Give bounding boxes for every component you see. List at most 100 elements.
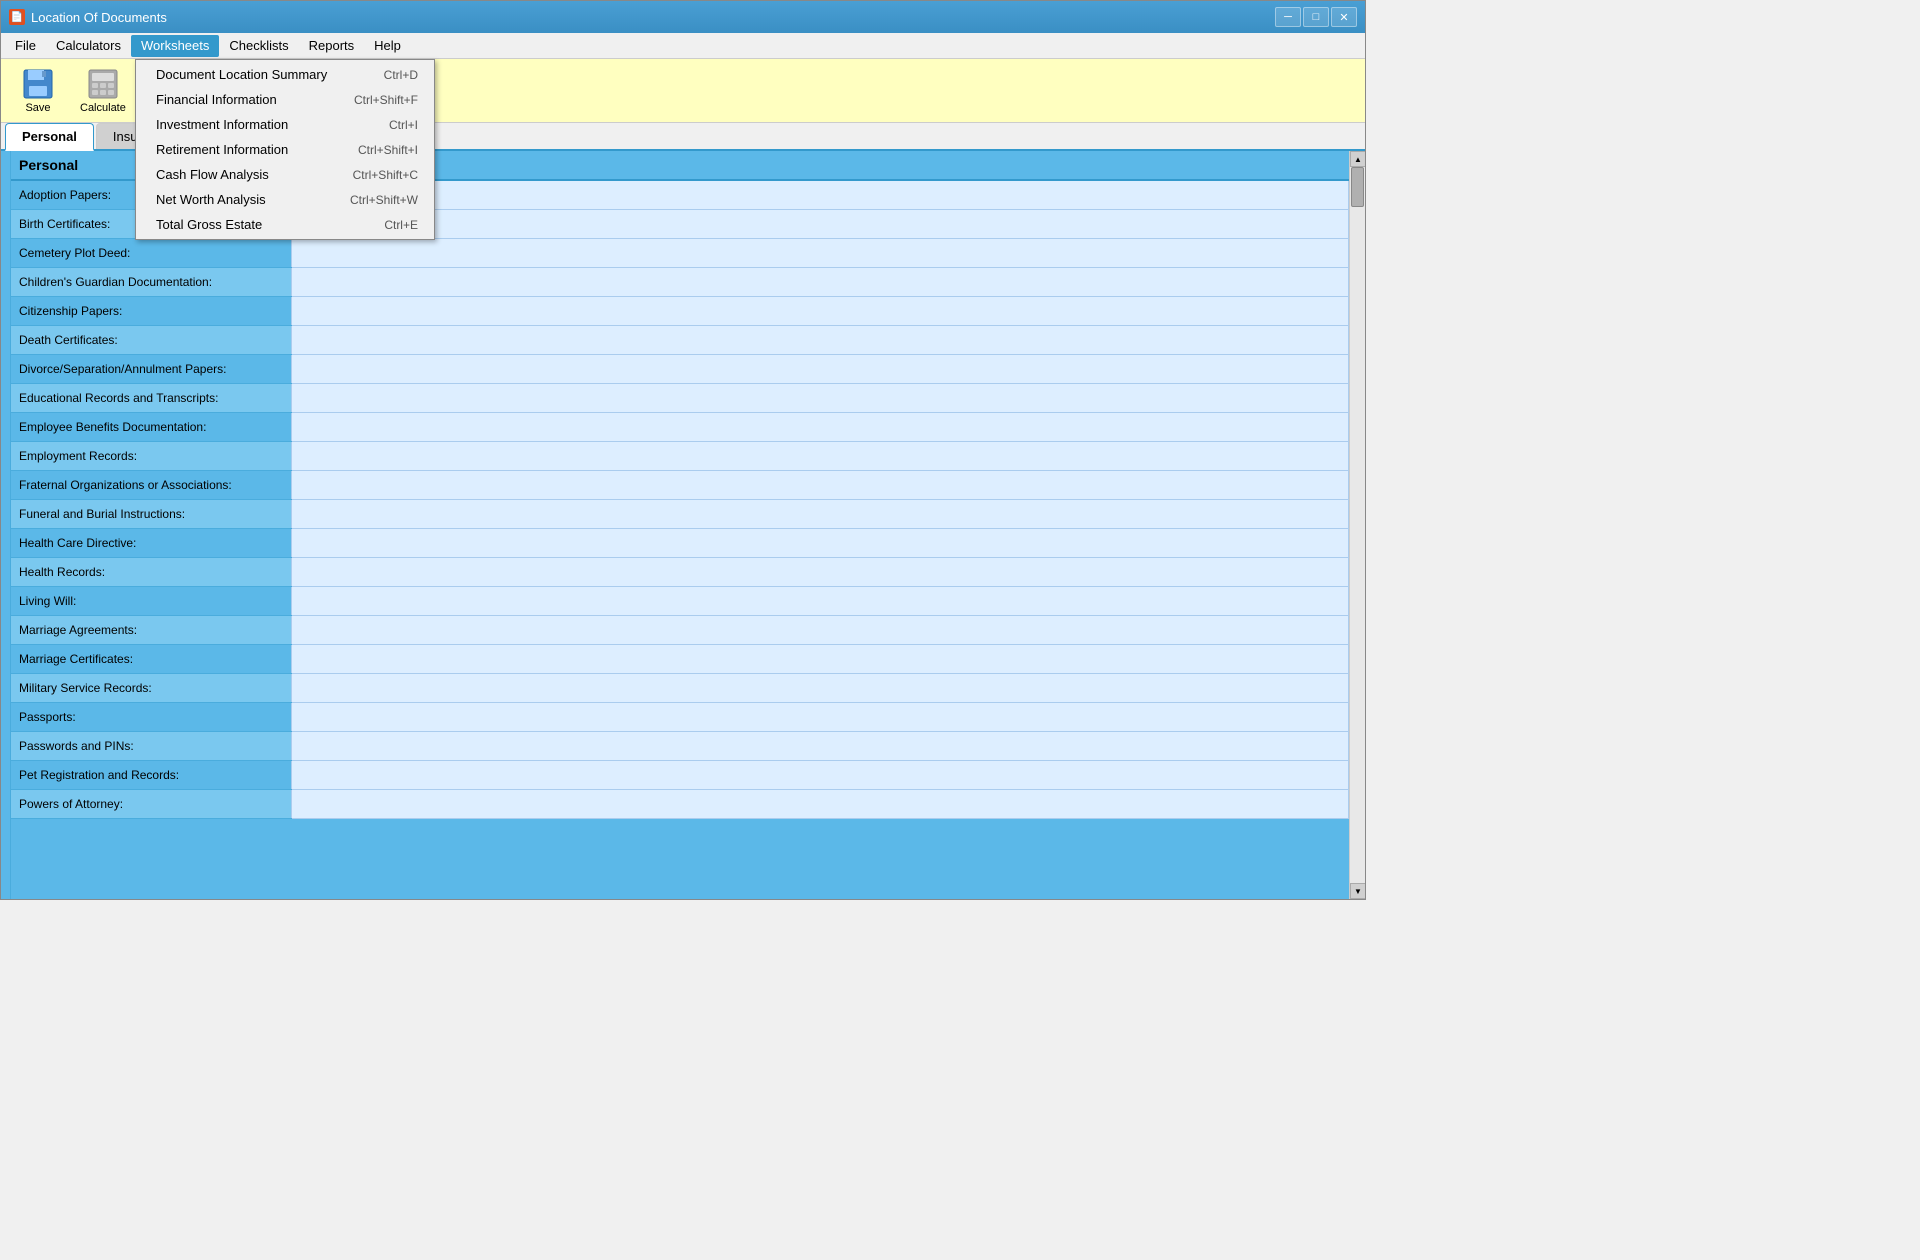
row-label: Passports:: [11, 703, 291, 732]
row-location[interactable]: [291, 442, 1349, 471]
row-label: Passwords and PINs:: [11, 732, 291, 761]
table-row: Cemetery Plot Deed:: [11, 239, 1349, 268]
row-location[interactable]: [291, 761, 1349, 790]
location-input[interactable]: [300, 736, 1341, 756]
dropdown-label-retirement-information: Retirement Information: [156, 142, 288, 157]
minimize-button[interactable]: ─: [1275, 7, 1301, 27]
location-input[interactable]: [300, 475, 1341, 495]
menu-bar: File Calculators Worksheets Checklists R…: [1, 33, 1365, 59]
scrollbar-down-button[interactable]: ▼: [1350, 883, 1365, 899]
location-input[interactable]: [300, 446, 1341, 466]
row-location[interactable]: [291, 616, 1349, 645]
table-row: Marriage Certificates:: [11, 645, 1349, 674]
row-label: Living Will:: [11, 587, 291, 616]
row-location[interactable]: [291, 703, 1349, 732]
location-input[interactable]: [300, 272, 1341, 292]
menu-help[interactable]: Help: [364, 35, 411, 57]
dropdown-item-retirement-information[interactable]: Retirement Information Ctrl+Shift+I: [136, 137, 434, 162]
close-button[interactable]: ✕: [1331, 7, 1357, 27]
row-label: Employee Benefits Documentation:: [11, 413, 291, 442]
location-input[interactable]: [300, 417, 1341, 437]
location-input[interactable]: [300, 765, 1341, 785]
row-label: Divorce/Separation/Annulment Papers:: [11, 355, 291, 384]
scrollbar[interactable]: ▲ ▼: [1349, 151, 1365, 899]
row-label: Educational Records and Transcripts:: [11, 384, 291, 413]
location-input[interactable]: [300, 359, 1341, 379]
dropdown-item-financial-information[interactable]: Financial Information Ctrl+Shift+F: [136, 87, 434, 112]
dropdown-item-net-worth-analysis[interactable]: Net Worth Analysis Ctrl+Shift+W: [136, 187, 434, 212]
menu-worksheets[interactable]: Worksheets: [131, 35, 219, 57]
row-location[interactable]: [291, 529, 1349, 558]
location-input[interactable]: [300, 533, 1341, 553]
table-row: Health Records:: [11, 558, 1349, 587]
scrollbar-up-button[interactable]: ▲: [1350, 151, 1365, 167]
menu-reports[interactable]: Reports: [299, 35, 365, 57]
row-location[interactable]: [291, 645, 1349, 674]
menu-calculators[interactable]: Calculators: [46, 35, 131, 57]
row-label: Funeral and Burial Instructions:: [11, 500, 291, 529]
row-label: Marriage Agreements:: [11, 616, 291, 645]
table-row: Living Will:: [11, 587, 1349, 616]
row-location[interactable]: [291, 732, 1349, 761]
app-icon: 📄: [9, 9, 25, 25]
location-input[interactable]: [300, 620, 1341, 640]
row-location[interactable]: [291, 674, 1349, 703]
table-row: Children's Guardian Documentation:: [11, 268, 1349, 297]
location-input[interactable]: [300, 562, 1341, 582]
table-row: Citizenship Papers:: [11, 297, 1349, 326]
location-input[interactable]: [300, 591, 1341, 611]
dropdown-item-total-gross-estate[interactable]: Total Gross Estate Ctrl+E: [136, 212, 434, 237]
dropdown-item-document-location-summary[interactable]: Document Location Summary Ctrl+D: [136, 62, 434, 87]
location-input[interactable]: [300, 794, 1341, 814]
location-input[interactable]: [300, 330, 1341, 350]
row-location[interactable]: [291, 210, 1349, 239]
row-location[interactable]: [291, 239, 1349, 268]
location-input[interactable]: [300, 649, 1341, 669]
calculate-button[interactable]: Calculate: [67, 63, 139, 119]
row-location[interactable]: [291, 326, 1349, 355]
scrollbar-track[interactable]: [1350, 167, 1365, 883]
location-input[interactable]: [300, 678, 1341, 698]
menu-file[interactable]: File: [5, 35, 46, 57]
main-content: Personal Location Adoption Papers:Birth …: [1, 151, 1365, 899]
content-area[interactable]: Personal Location Adoption Papers:Birth …: [11, 151, 1349, 899]
menu-checklists[interactable]: Checklists: [219, 35, 298, 57]
dropdown-shortcut-cash-flow-analysis: Ctrl+Shift+C: [353, 168, 418, 182]
row-location[interactable]: [291, 268, 1349, 297]
scrollbar-thumb[interactable]: [1351, 167, 1364, 207]
location-input[interactable]: [300, 214, 1341, 234]
table-row: Funeral and Burial Instructions:: [11, 500, 1349, 529]
title-bar-left: 📄 Location Of Documents: [9, 9, 167, 25]
dropdown-item-cash-flow-analysis[interactable]: Cash Flow Analysis Ctrl+Shift+C: [136, 162, 434, 187]
location-input[interactable]: [300, 388, 1341, 408]
row-location[interactable]: [291, 471, 1349, 500]
window-title: Location Of Documents: [31, 10, 167, 25]
save-icon: [22, 68, 54, 100]
row-location[interactable]: [291, 180, 1349, 210]
row-location[interactable]: [291, 790, 1349, 819]
row-location[interactable]: [291, 413, 1349, 442]
row-location[interactable]: [291, 355, 1349, 384]
row-location[interactable]: [291, 297, 1349, 326]
table-row: Health Care Directive:: [11, 529, 1349, 558]
location-input[interactable]: [300, 301, 1341, 321]
dropdown-label-total-gross-estate: Total Gross Estate: [156, 217, 262, 232]
title-bar-controls: ─ □ ✕: [1275, 7, 1357, 27]
row-location[interactable]: [291, 558, 1349, 587]
row-label: Powers of Attorney:: [11, 790, 291, 819]
row-location[interactable]: [291, 384, 1349, 413]
row-location[interactable]: [291, 500, 1349, 529]
row-label: Marriage Certificates:: [11, 645, 291, 674]
location-input[interactable]: [300, 707, 1341, 727]
location-input[interactable]: [300, 185, 1341, 205]
row-label: Cemetery Plot Deed:: [11, 239, 291, 268]
save-button[interactable]: Save: [9, 63, 67, 119]
location-input[interactable]: [300, 504, 1341, 524]
maximize-button[interactable]: □: [1303, 7, 1329, 27]
dropdown-item-investment-information[interactable]: Investment Information Ctrl+I: [136, 112, 434, 137]
tab-personal[interactable]: Personal: [5, 123, 94, 151]
location-input[interactable]: [300, 243, 1341, 263]
row-label: Children's Guardian Documentation:: [11, 268, 291, 297]
dropdown-shortcut-retirement-information: Ctrl+Shift+I: [358, 143, 418, 157]
row-location[interactable]: [291, 587, 1349, 616]
